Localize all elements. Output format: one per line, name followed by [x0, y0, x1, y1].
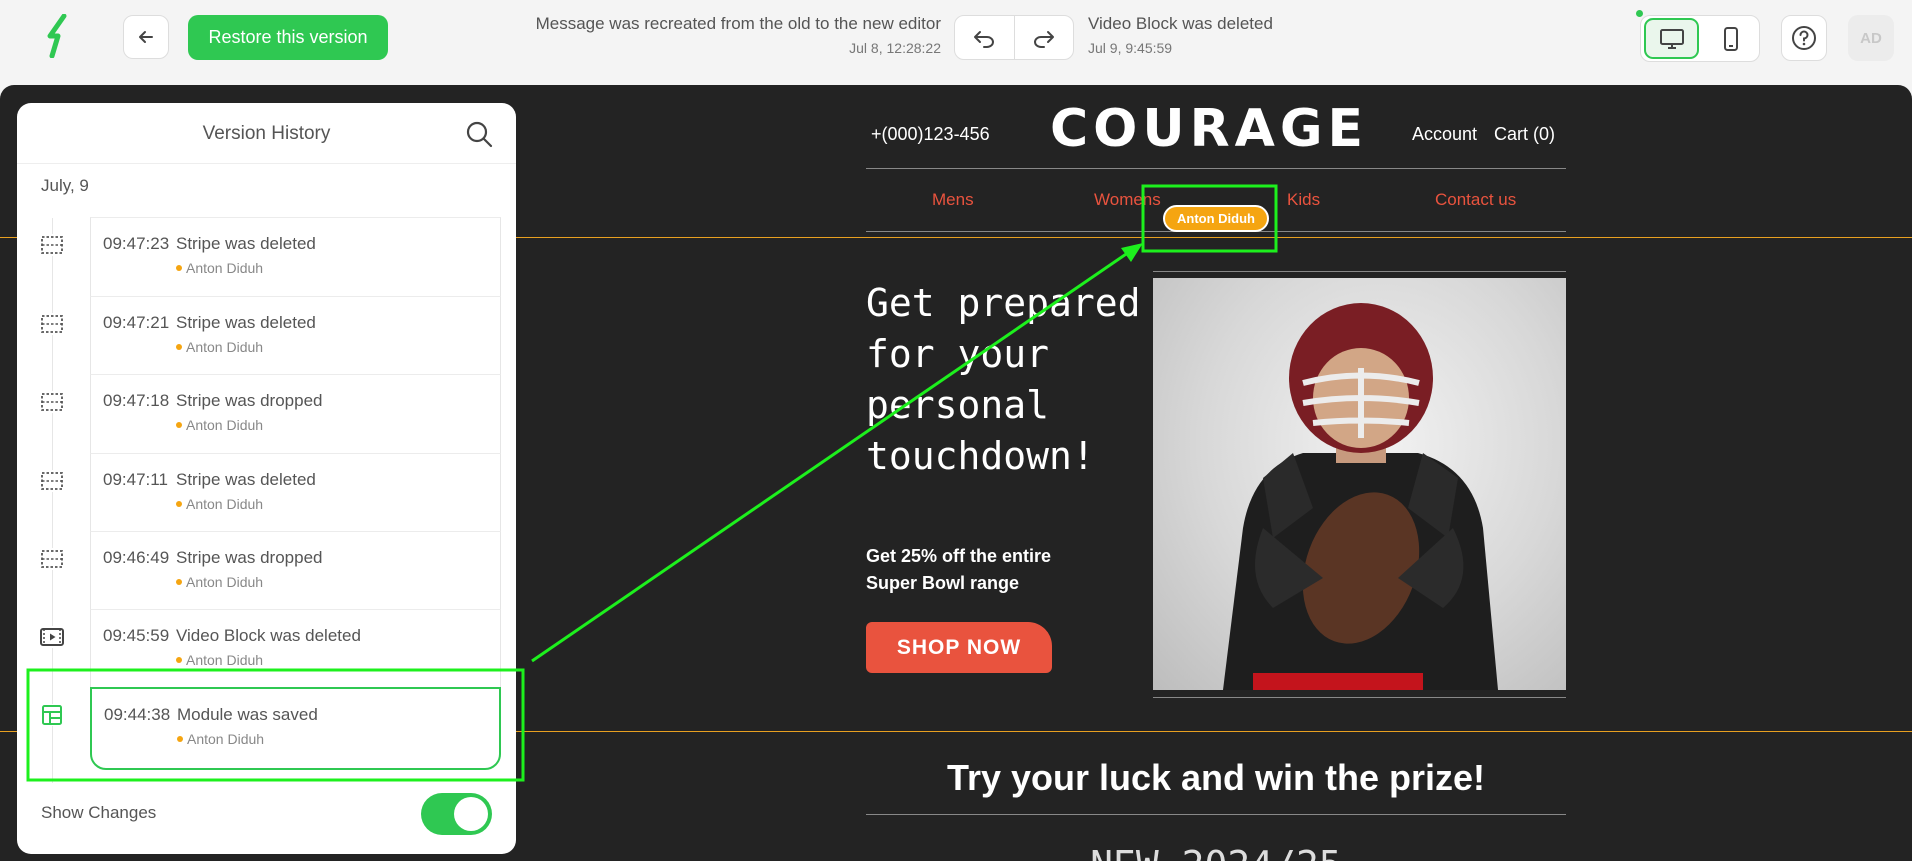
desktop-view-button[interactable] — [1644, 18, 1699, 59]
top-toolbar: Restore this version Message was recreat… — [0, 0, 1912, 85]
previous-version-date: Jul 8, 12:28:22 — [849, 40, 941, 56]
entry-author: Anton Diduh — [187, 731, 265, 747]
show-changes-label: Show Changes — [41, 803, 157, 822]
history-entry[interactable]: 09:46:49 Stripe was dropped Anton Diduh — [90, 531, 501, 610]
status-dot — [1636, 10, 1643, 17]
entry-author: Anton Diduh — [186, 496, 264, 512]
entry-author: Anton Diduh — [186, 417, 264, 433]
undo-icon — [974, 30, 995, 48]
history-entry[interactable]: 09:47:11 Stripe was deleted Anton Diduh — [90, 453, 501, 532]
previous-version-info[interactable]: Message was recreated from the old to th… — [536, 14, 941, 56]
panel-title: Version History — [202, 123, 331, 144]
author-dot — [176, 344, 182, 350]
author-dot — [177, 736, 183, 742]
show-changes-toggle[interactable] — [421, 793, 492, 835]
entry-time: 09:45:59 — [103, 626, 170, 645]
help-button[interactable] — [1781, 15, 1827, 61]
help-icon — [1792, 26, 1816, 50]
entry-time: 09:44:38 — [104, 705, 171, 724]
entry-author: Anton Diduh — [186, 339, 264, 355]
entry-author: Anton Diduh — [186, 652, 264, 668]
header-phone: +(000)123-456 — [871, 124, 990, 144]
timeline-line — [52, 218, 53, 783]
editing-user-tag: Anton Diduh — [1163, 205, 1269, 232]
cart-link[interactable]: Cart (0) — [1494, 124, 1555, 145]
author-dot — [176, 265, 182, 271]
panel-divider — [17, 163, 516, 164]
video-block-icon — [40, 626, 64, 648]
device-switcher — [1640, 15, 1760, 62]
entry-time: 09:47:18 — [103, 391, 170, 410]
entry-time: 09:47:21 — [103, 313, 170, 332]
entry-description: Stripe was dropped — [176, 391, 323, 410]
module-icon — [40, 704, 64, 726]
stripe-icon — [40, 470, 64, 492]
image-top-divider — [1153, 271, 1566, 272]
image-bottom-divider — [1153, 697, 1566, 698]
redo-icon — [1034, 30, 1054, 48]
entry-author: Anton Diduh — [186, 574, 264, 590]
nav-mens[interactable]: Mens — [932, 190, 974, 210]
mobile-view-button[interactable] — [1705, 18, 1757, 59]
date-group-label: July, 9 — [41, 176, 89, 195]
hero-image — [1153, 278, 1566, 690]
next-version-date: Jul 9, 9:45:59 — [1088, 40, 1173, 56]
history-entry[interactable]: 09:47:23 Stripe was deleted Anton Diduh — [90, 217, 501, 296]
next-version-title: Video Block was deleted — [1088, 14, 1273, 33]
author-dot — [176, 422, 182, 428]
stripe-icon — [40, 313, 64, 335]
history-entry[interactable]: 09:47:21 Stripe was deleted Anton Diduh — [90, 296, 501, 375]
undo-redo-group — [954, 15, 1074, 60]
entry-description: Stripe was deleted — [176, 313, 316, 332]
prize-divider — [866, 814, 1566, 815]
entry-description: Video Block was deleted — [176, 626, 361, 645]
history-entry[interactable]: 09:45:59 Video Block was deleted Anton D… — [90, 609, 501, 688]
new-season-heading: NEW 2024/25 — [866, 843, 1566, 861]
version-history-panel: Version History July, 9 09:47:23 Stripe … — [17, 103, 516, 854]
entry-author: Anton Diduh — [186, 260, 264, 276]
stripe-icon — [40, 391, 64, 413]
back-button[interactable] — [123, 15, 169, 59]
header-divider — [866, 168, 1566, 169]
entry-description: Stripe was deleted — [176, 234, 316, 253]
brand-logo-text: COURAGE — [1050, 99, 1369, 159]
entry-description: Module was saved — [177, 705, 318, 724]
entry-time: 09:46:49 — [103, 548, 170, 567]
author-dot — [176, 579, 182, 585]
desktop-icon — [1659, 28, 1684, 49]
author-dot — [176, 657, 182, 663]
shop-now-button[interactable]: SHOP NOW — [866, 622, 1052, 673]
restore-version-button[interactable]: Restore this version — [188, 15, 388, 60]
toggle-knob — [454, 797, 488, 831]
nav-womens[interactable]: Womens — [1094, 190, 1161, 210]
undo-button[interactable] — [955, 16, 1014, 59]
nav-contact-us[interactable]: Contact us — [1435, 190, 1516, 210]
user-avatar[interactable]: AD — [1848, 15, 1894, 61]
prize-heading: Try your luck and win the prize! — [946, 757, 1486, 798]
entry-description: Stripe was deleted — [176, 470, 316, 489]
hero-subtitle: Get 25% off the entire Super Bowl range — [866, 546, 1052, 593]
stripe-icon — [40, 548, 64, 570]
account-link[interactable]: Account — [1412, 124, 1477, 145]
entry-time: 09:47:23 — [103, 234, 170, 253]
previous-version-title: Message was recreated from the old to th… — [535, 14, 941, 33]
nav-kids[interactable]: Kids — [1287, 190, 1320, 210]
history-entry[interactable]: 09:47:18 Stripe was dropped Anton Diduh — [90, 374, 501, 453]
logo-icon[interactable] — [44, 14, 74, 58]
back-arrow-icon — [139, 31, 153, 43]
search-icon[interactable] — [464, 119, 494, 149]
next-version-info[interactable]: Video Block was deleted Jul 9, 9:45:59 — [1088, 14, 1273, 56]
hero-title: Get prepared for your personal touchdown… — [866, 281, 1141, 478]
entry-time: 09:47:11 — [103, 470, 168, 489]
entry-description: Stripe was dropped — [176, 548, 323, 567]
author-dot — [176, 501, 182, 507]
redo-button[interactable] — [1013, 16, 1073, 59]
mobile-icon — [1724, 26, 1738, 51]
stripe-icon — [40, 234, 64, 256]
history-entry-selected[interactable]: 09:44:38 Module was saved Anton Diduh — [90, 687, 501, 770]
